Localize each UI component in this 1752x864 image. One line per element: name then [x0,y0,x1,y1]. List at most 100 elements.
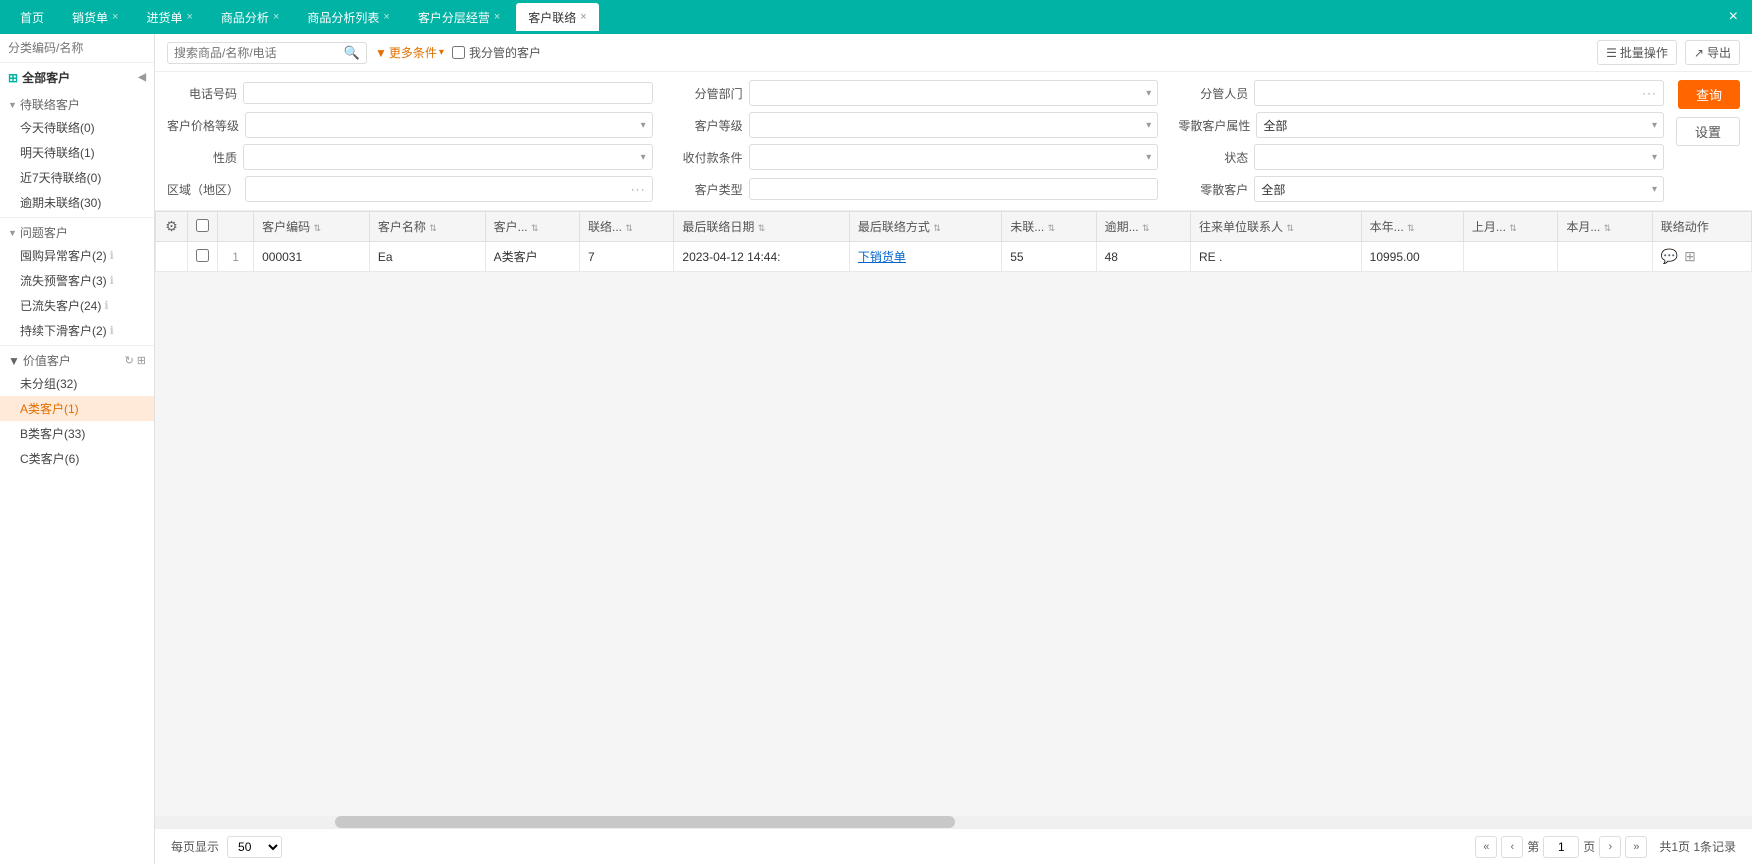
sales-label: 销货单 [72,9,108,26]
last-contact-method-cell: 下销货单 [849,242,1001,272]
phone-input[interactable] [243,82,653,104]
sort-icon-unit-contact[interactable]: ⇅ [1286,223,1294,233]
table-header-row: ⚙ 客户编码 ⇅ 客户名称 ⇅ [156,212,1752,242]
retail-attr-select[interactable]: 全部 ▾ [1256,112,1664,138]
tri-value-icon[interactable]: ▼ [8,354,20,368]
sort-icon-method[interactable]: ⇅ [933,223,941,233]
table-config-icon[interactable]: ⚙ [165,218,178,234]
sidebar-item-abnormal[interactable]: 囤购异常客户(2) ℹ [0,243,154,268]
sidebar-item-overdue[interactable]: 逾期未联络(30) [0,190,154,215]
chat-icon[interactable]: 💬 [1661,248,1678,265]
sidebar-search-input[interactable] [8,41,155,55]
close-goods-analysis-list-icon[interactable]: × [383,11,389,23]
sort-icon-last-month[interactable]: ⇅ [1509,223,1517,233]
batch-op-button[interactable]: ☰ 批量操作 [1597,40,1677,65]
sidebar-item-ungrouped[interactable]: 未分组(32) [0,371,154,396]
page-size-select[interactable]: 50 10 20 100 [227,836,282,858]
sidebar: 🔍 ⊞ 全部客户 ◀ ▼ 待联络客户 今天待联络(0) 明天待联络(1) 近7天… [0,34,155,864]
contact-value: 7 [588,250,595,264]
query-settings-col: 查询 设置 [1664,80,1740,146]
query-button[interactable]: 查询 [1678,80,1740,109]
sidebar-item-b-class[interactable]: B类客户(33) [0,421,154,446]
goods-analysis-list-label: 商品分析列表 [307,9,379,26]
dept-select[interactable]: ▾ [749,80,1159,106]
sidebar-item-tomorrow[interactable]: 明天待联络(1) [0,140,154,165]
sidebar-item-churn-warning[interactable]: 流失预警客户(3) ℹ [0,268,154,293]
price-level-select[interactable]: ▾ [245,112,653,138]
row-checkbox[interactable] [196,249,209,262]
first-page-button[interactable]: « [1475,836,1497,858]
my-customer-label: 我分管的客户 [469,44,541,61]
filter-search-icon[interactable]: 🔍 [344,45,360,61]
cust-type-input[interactable] [749,178,1159,200]
filter-cell-payment: 收付款条件 ▾ [673,144,1159,170]
filter-row-2: 客户价格等级 ▾ 客户等级 ▾ [167,112,1664,138]
close-goods-analysis-icon[interactable]: × [273,11,279,23]
close-customer-contact-icon[interactable]: × [580,11,586,23]
sort-icon-contact[interactable]: ⇅ [625,223,633,233]
sort-icon-type[interactable]: ⇅ [531,223,539,233]
overdue-cell: 48 [1096,242,1190,272]
nav-goods-analysis[interactable]: 商品分析 × [209,3,291,31]
all-customers-header[interactable]: ⊞ 全部客户 ◀ [0,63,154,92]
nav-home[interactable]: 首页 [8,3,56,31]
close-customer-tier-icon[interactable]: × [494,11,500,23]
qr-icon[interactable]: ⊞ [1684,248,1696,265]
sidebar-item-a-class[interactable]: A类客户(1) [0,396,154,421]
sidebar-item-churned[interactable]: 已流失客户(24) ℹ [0,293,154,318]
total-records-text: 共1页 1条记录 [1659,838,1736,855]
filter-search-input[interactable] [174,46,340,60]
close-purchase-icon[interactable]: × [186,11,192,23]
sort-icon-name[interactable]: ⇅ [429,223,437,233]
region-select[interactable]: ··· [245,176,653,202]
nav-customer-contact[interactable]: 客户联络 × [516,3,598,31]
dept-arrow-icon: ▾ [1146,88,1151,99]
retail-value: 全部 [1261,181,1285,198]
sidebar-item-7days[interactable]: 近7天待联络(0) [0,165,154,190]
horizontal-scroll-thumb[interactable] [335,816,955,828]
nav-purchase[interactable]: 进货单 × [134,3,204,31]
retail-attr-arrow: ▾ [1652,120,1657,131]
settings-button[interactable]: 设置 [1676,117,1740,146]
pending-contact-label: 待联络客户 [20,96,80,113]
last-contact-date-col-header: 最后联络日期 ⇅ [674,212,850,242]
status-select[interactable]: ▾ [1254,144,1664,170]
customer-type-cell: A类客户 [485,242,579,272]
payment-select[interactable]: ▾ [749,144,1159,170]
more-filter-button[interactable]: ▼ 更多条件 ▾ [375,44,444,61]
sort-icon-no-contact[interactable]: ⇅ [1048,223,1056,233]
nav-sales[interactable]: 销货单 × [60,3,130,31]
sidebar-item-today[interactable]: 今天待联络(0) [0,115,154,140]
sort-icon-this-month[interactable]: ⇅ [1604,223,1612,233]
customer-level-select[interactable]: ▾ [749,112,1159,138]
my-customer-checkbox[interactable] [452,46,465,59]
add-icon[interactable]: ⊞ [137,354,146,367]
pending-contact-group[interactable]: ▼ 待联络客户 [0,92,154,115]
next-page-button[interactable]: › [1599,836,1621,858]
problem-customer-group[interactable]: ▼ 问题客户 [0,220,154,243]
horizontal-scrollbar[interactable] [155,816,1752,828]
retail-select[interactable]: 全部 ▾ [1254,176,1664,202]
last-contact-method-value[interactable]: 下销货单 [858,250,906,264]
sort-icon-code[interactable]: ⇅ [313,223,321,233]
nav-goods-analysis-list[interactable]: 商品分析列表 × [295,3,401,31]
close-sales-icon[interactable]: × [112,11,118,23]
nav-customer-tier[interactable]: 客户分层经营 × [406,3,512,31]
export-button[interactable]: ↗ 导出 [1685,40,1740,65]
nature-select[interactable]: ▾ [243,144,653,170]
no-contact-col-header: 未联... ⇅ [1002,212,1096,242]
refresh-icon[interactable]: ↻ [125,354,134,367]
sort-icon-overdue[interactable]: ⇅ [1142,223,1150,233]
close-all-button[interactable]: × [1723,6,1744,28]
sidebar-item-declining[interactable]: 持续下滑客户(2) ℹ [0,318,154,343]
my-customer-checkbox-area[interactable]: 我分管的客户 [452,44,541,61]
sort-icon-date[interactable]: ⇅ [758,223,766,233]
person-select[interactable]: ··· [1254,80,1664,106]
actions-header-label: 联络动作 [1661,220,1709,234]
sort-icon-this-year[interactable]: ⇅ [1407,223,1415,233]
current-page-input[interactable] [1543,836,1579,858]
prev-page-button[interactable]: ‹ [1501,836,1523,858]
last-page-button[interactable]: » [1625,836,1647,858]
select-all-checkbox[interactable] [196,219,209,232]
sidebar-item-c-class[interactable]: C类客户(6) [0,446,154,471]
